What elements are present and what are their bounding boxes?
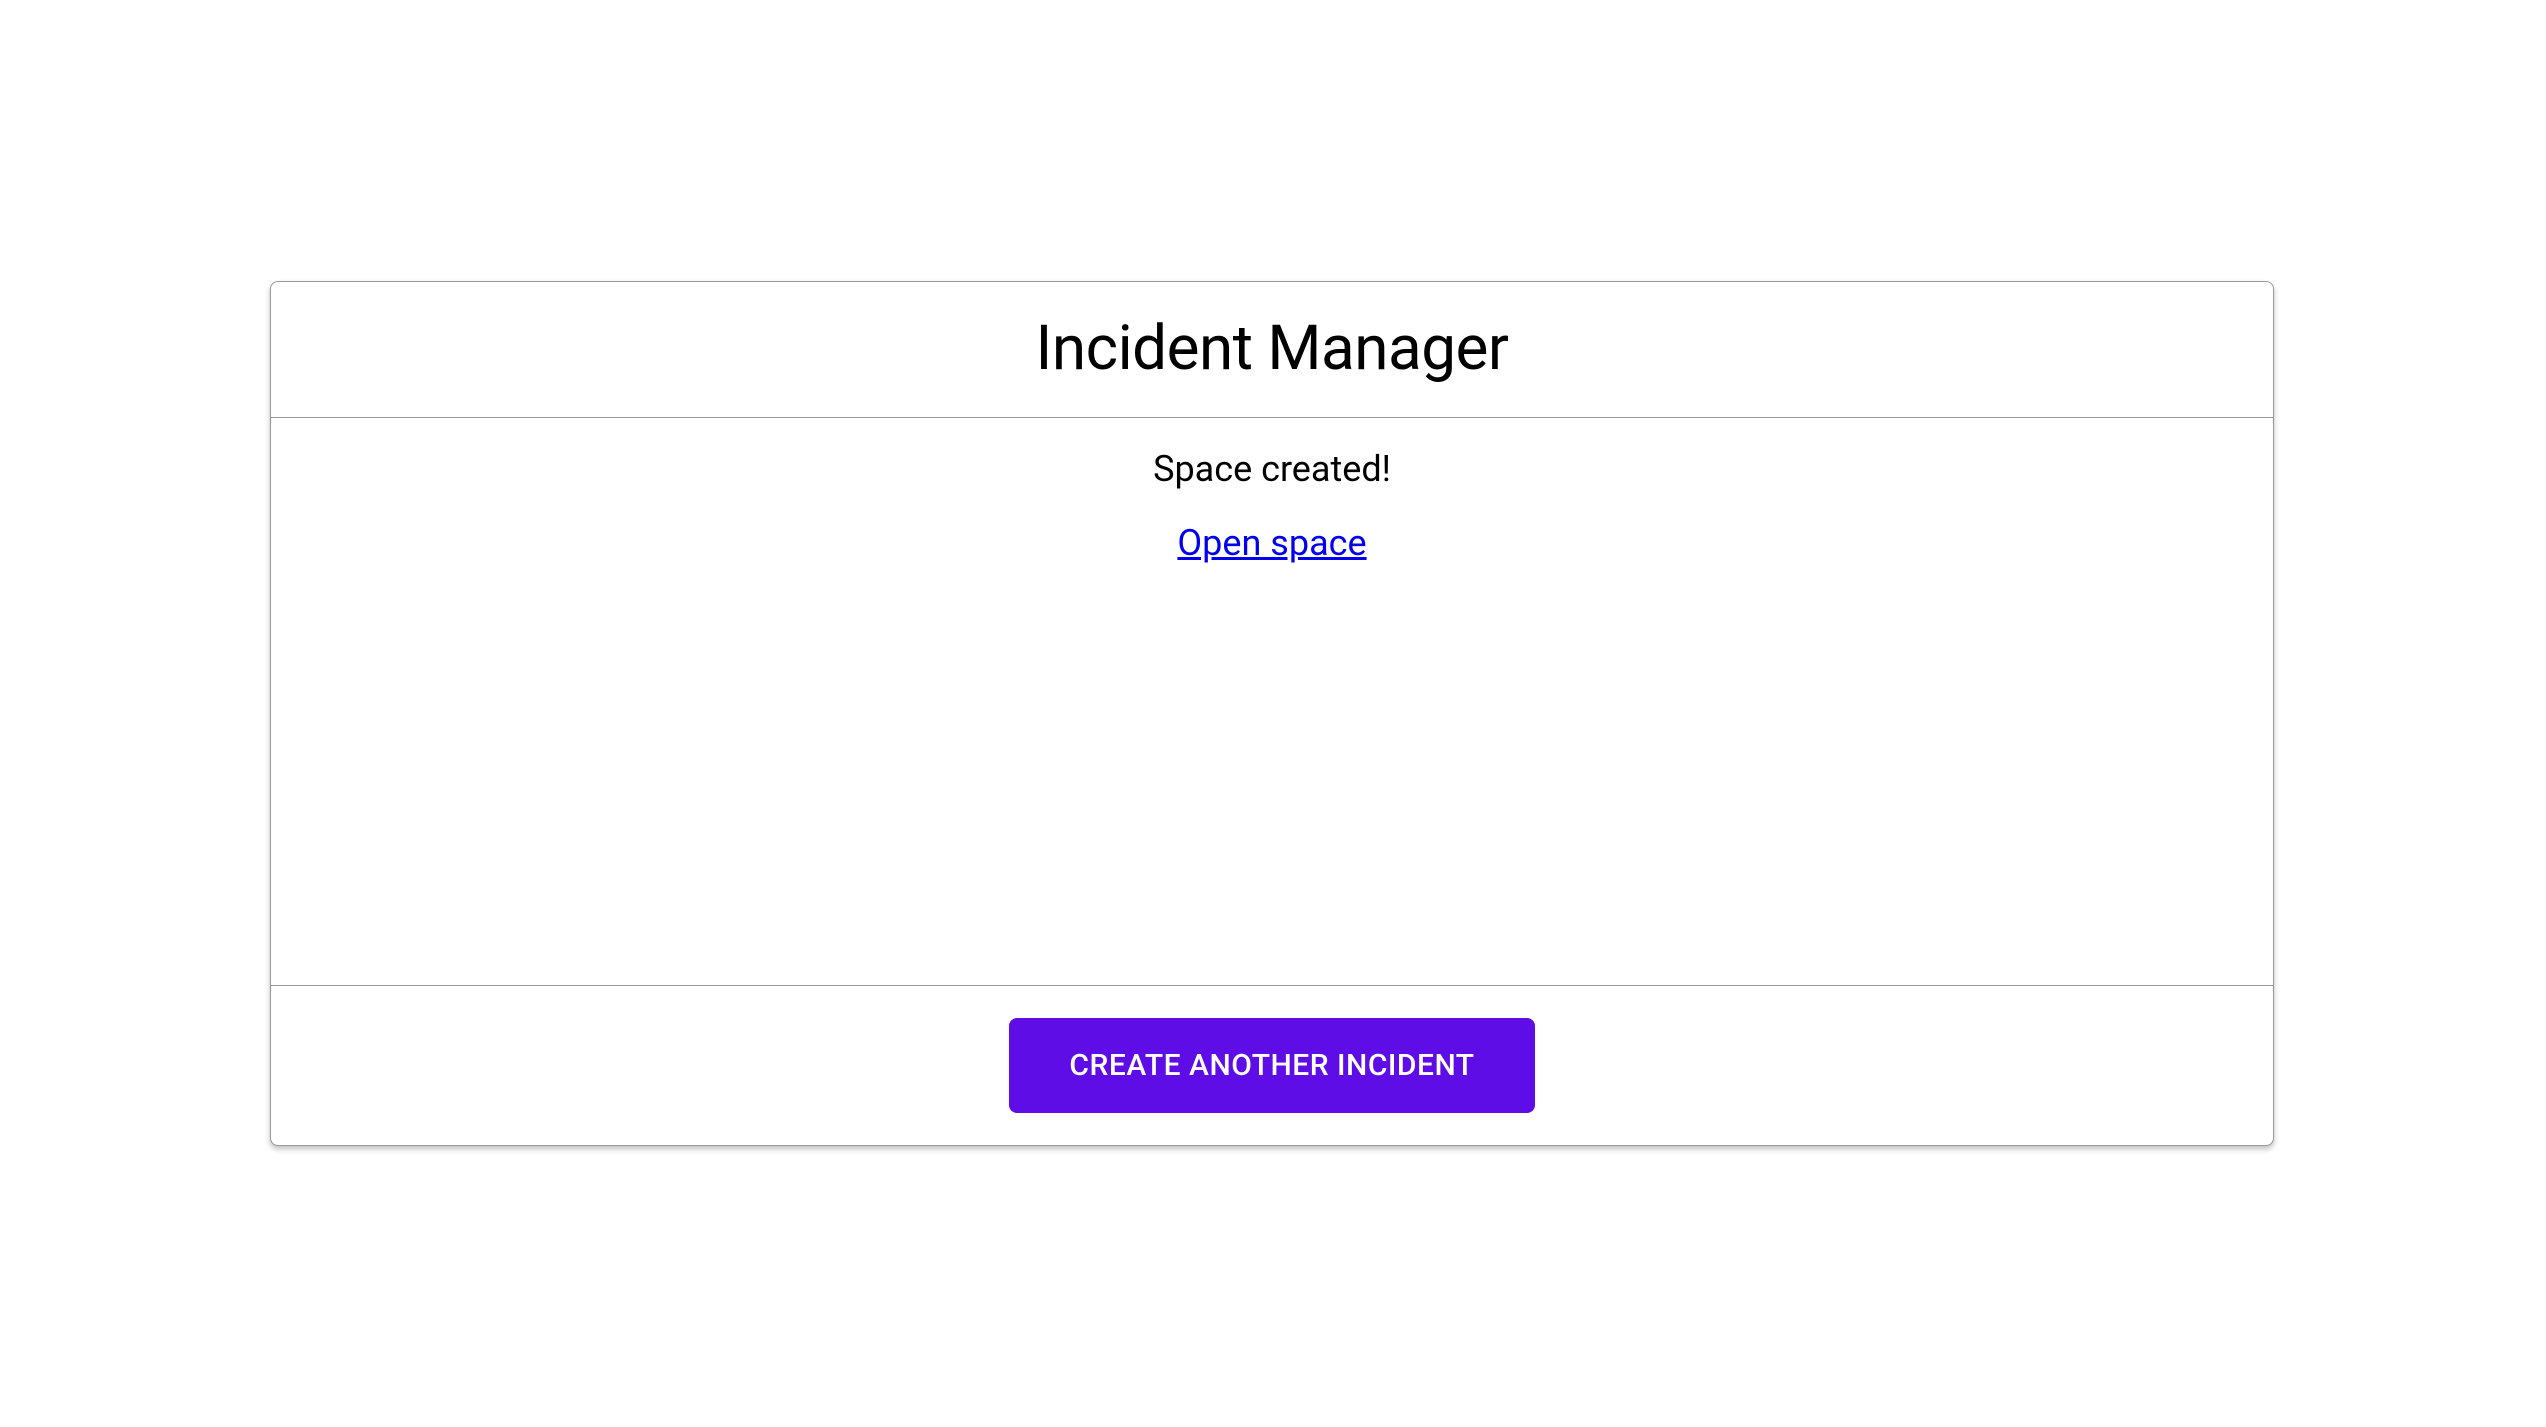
card-body: Space created! Open space: [271, 418, 2273, 986]
incident-manager-card: Incident Manager Space created! Open spa…: [270, 281, 2274, 1146]
create-another-incident-button[interactable]: CREATE ANOTHER INCIDENT: [1009, 1018, 1534, 1113]
page-title: Incident Manager: [291, 312, 2253, 385]
status-message: Space created!: [291, 448, 2253, 490]
open-space-link[interactable]: Open space: [1177, 522, 1366, 564]
card-header: Incident Manager: [271, 282, 2273, 418]
card-footer: CREATE ANOTHER INCIDENT: [271, 986, 2273, 1145]
